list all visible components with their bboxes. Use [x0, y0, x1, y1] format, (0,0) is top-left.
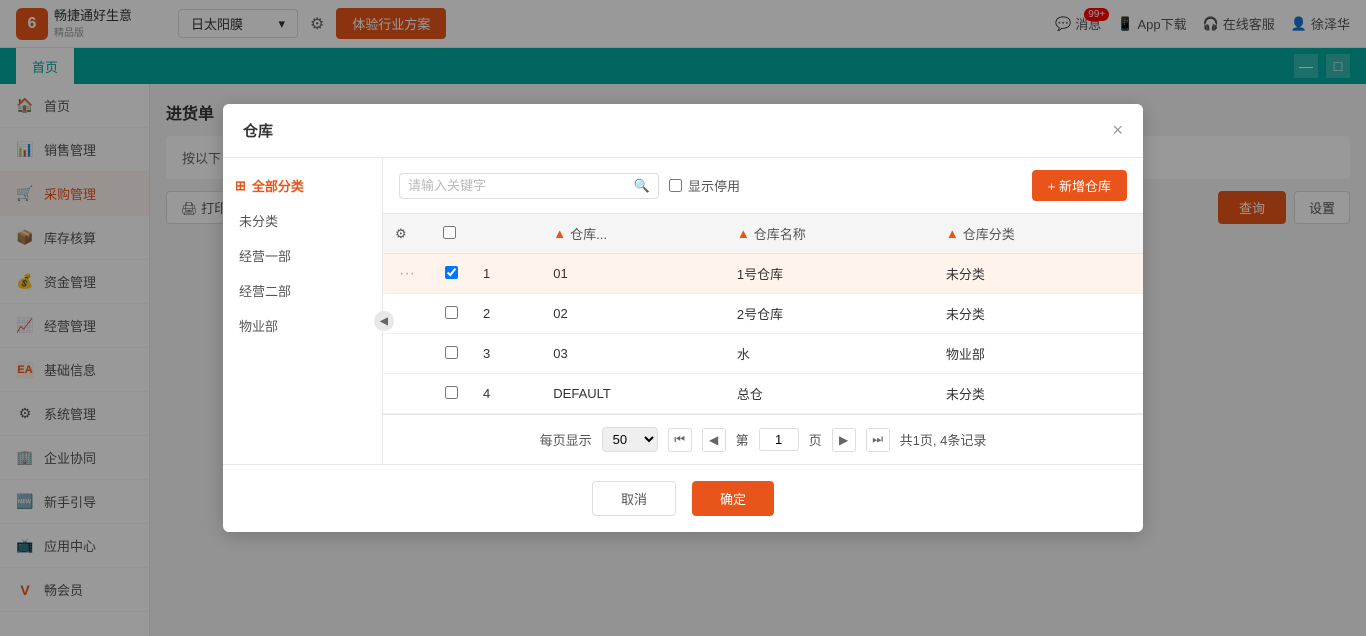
row-name-1: 2号仓库 [725, 294, 934, 334]
row-checkbox-cell-2 [431, 334, 471, 374]
row-name-2: 水 [725, 334, 934, 374]
modal-sidebar-item-property[interactable]: 物业部 [223, 308, 382, 343]
modal-table-wrap: ⚙ ▲ 仓库... [383, 214, 1143, 414]
row-checkbox-1[interactable] [445, 306, 458, 319]
add-warehouse-button[interactable]: + 新增仓库 [1032, 170, 1127, 201]
warehouse-table: ⚙ ▲ 仓库... [383, 214, 1143, 414]
page-size-label: 每页显示 [540, 430, 592, 449]
row-no-1: 2 [471, 294, 541, 334]
row-checkbox-3[interactable] [445, 386, 458, 399]
modal-body: ⊞ 全部分类 ◀ 未分类 经营一部 经营二部 物业部 🔍 [223, 158, 1143, 464]
show-disabled-wrap: 显示停用 [669, 176, 740, 195]
th-code[interactable]: ▲ 仓库... [541, 214, 725, 254]
row-action-3[interactable] [383, 374, 431, 414]
next-page-button[interactable]: ▶ [832, 428, 856, 452]
search-input[interactable] [408, 178, 628, 193]
table-body: ··· 1 01 1号仓库 未分类 2 02 2号仓库 未分类 [383, 254, 1143, 414]
table-header-row: ⚙ ▲ 仓库... [383, 214, 1143, 254]
confirm-button[interactable]: 确定 [692, 481, 774, 516]
modal-sidebar-all-label: 全部分类 [252, 176, 304, 195]
row-action-0[interactable]: ··· [383, 254, 431, 294]
row-checkbox-cell-0 [431, 254, 471, 294]
first-page-button[interactable]: ⏮ [668, 428, 692, 452]
row-name-3: 总仓 [725, 374, 934, 414]
warehouse-modal: 仓库 × ⊞ 全部分类 ◀ 未分类 经营一部 经营二部 物业部 [223, 104, 1143, 532]
search-input-wrap: 🔍 [399, 173, 659, 199]
modal-header: 仓库 × [223, 104, 1143, 158]
th-category-icon: ▲ [946, 226, 959, 241]
show-disabled-label: 显示停用 [688, 176, 740, 195]
th-settings[interactable]: ⚙ [383, 214, 431, 254]
row-category-2: 物业部 [934, 334, 1143, 374]
sidebar-collapse-button[interactable]: ◀ [374, 311, 394, 331]
modal-sidebar-item-ops1[interactable]: 经营一部 [223, 238, 382, 273]
th-no [471, 214, 541, 254]
row-dots-icon-0[interactable]: ··· [399, 265, 415, 282]
table-row[interactable]: 2 02 2号仓库 未分类 [383, 294, 1143, 334]
table-row[interactable]: 3 03 水 物业部 [383, 334, 1143, 374]
row-checkbox-0[interactable] [445, 266, 458, 279]
row-code-0: 01 [541, 254, 725, 294]
th-name-icon: ▲ [737, 226, 750, 241]
search-icon: 🔍 [634, 178, 650, 194]
modal-close-button[interactable]: × [1112, 120, 1123, 141]
select-all-checkbox[interactable] [443, 226, 456, 239]
row-checkbox-cell-3 [431, 374, 471, 414]
row-code-2: 03 [541, 334, 725, 374]
row-checkbox-cell-1 [431, 294, 471, 334]
row-checkbox-2[interactable] [445, 346, 458, 359]
row-no-0: 1 [471, 254, 541, 294]
modal-pagination: 每页显示 50 20 100 ⏮ ◀ 第 页 ▶ ⏭ 共1页, 4条记录 [383, 414, 1143, 464]
table-row[interactable]: ··· 1 01 1号仓库 未分类 [383, 254, 1143, 294]
total-info: 共1页, 4条记录 [900, 430, 987, 449]
page-number-input[interactable] [759, 428, 799, 451]
grid-icon: ⊞ [235, 178, 246, 194]
modal-footer: 取消 确定 [223, 464, 1143, 532]
modal-content: 🔍 显示停用 + 新增仓库 ⚙ [383, 158, 1143, 464]
row-name-0: 1号仓库 [725, 254, 934, 294]
th-category[interactable]: ▲ 仓库分类 [934, 214, 1143, 254]
modal-sidebar-item-ops2[interactable]: 经营二部 [223, 273, 382, 308]
row-category-3: 未分类 [934, 374, 1143, 414]
th-checkbox [431, 214, 471, 254]
cancel-button[interactable]: 取消 [592, 481, 676, 516]
page-unit: 页 [809, 430, 822, 449]
row-category-0: 未分类 [934, 254, 1143, 294]
modal-title: 仓库 [243, 120, 273, 141]
last-page-button[interactable]: ⏭ [866, 428, 890, 452]
modal-toolbar: 🔍 显示停用 + 新增仓库 [383, 158, 1143, 214]
table-row[interactable]: 4 DEFAULT 总仓 未分类 [383, 374, 1143, 414]
page-word: 第 [736, 430, 749, 449]
modal-sidebar-item-uncategorized[interactable]: 未分类 [223, 203, 382, 238]
page-size-select[interactable]: 50 20 100 [602, 427, 658, 452]
show-disabled-checkbox[interactable] [669, 179, 682, 192]
modal-sidebar-all[interactable]: ⊞ 全部分类 ◀ [223, 168, 382, 203]
th-code-icon: ▲ [553, 226, 566, 241]
row-action-2[interactable] [383, 334, 431, 374]
modal-overlay: 仓库 × ⊞ 全部分类 ◀ 未分类 经营一部 经营二部 物业部 [0, 0, 1366, 636]
row-no-3: 4 [471, 374, 541, 414]
row-category-1: 未分类 [934, 294, 1143, 334]
row-code-1: 02 [541, 294, 725, 334]
row-code-3: DEFAULT [541, 374, 725, 414]
row-no-2: 3 [471, 334, 541, 374]
modal-sidebar: ⊞ 全部分类 ◀ 未分类 经营一部 经营二部 物业部 [223, 158, 383, 464]
th-name[interactable]: ▲ 仓库名称 [725, 214, 934, 254]
prev-page-button[interactable]: ◀ [702, 428, 726, 452]
